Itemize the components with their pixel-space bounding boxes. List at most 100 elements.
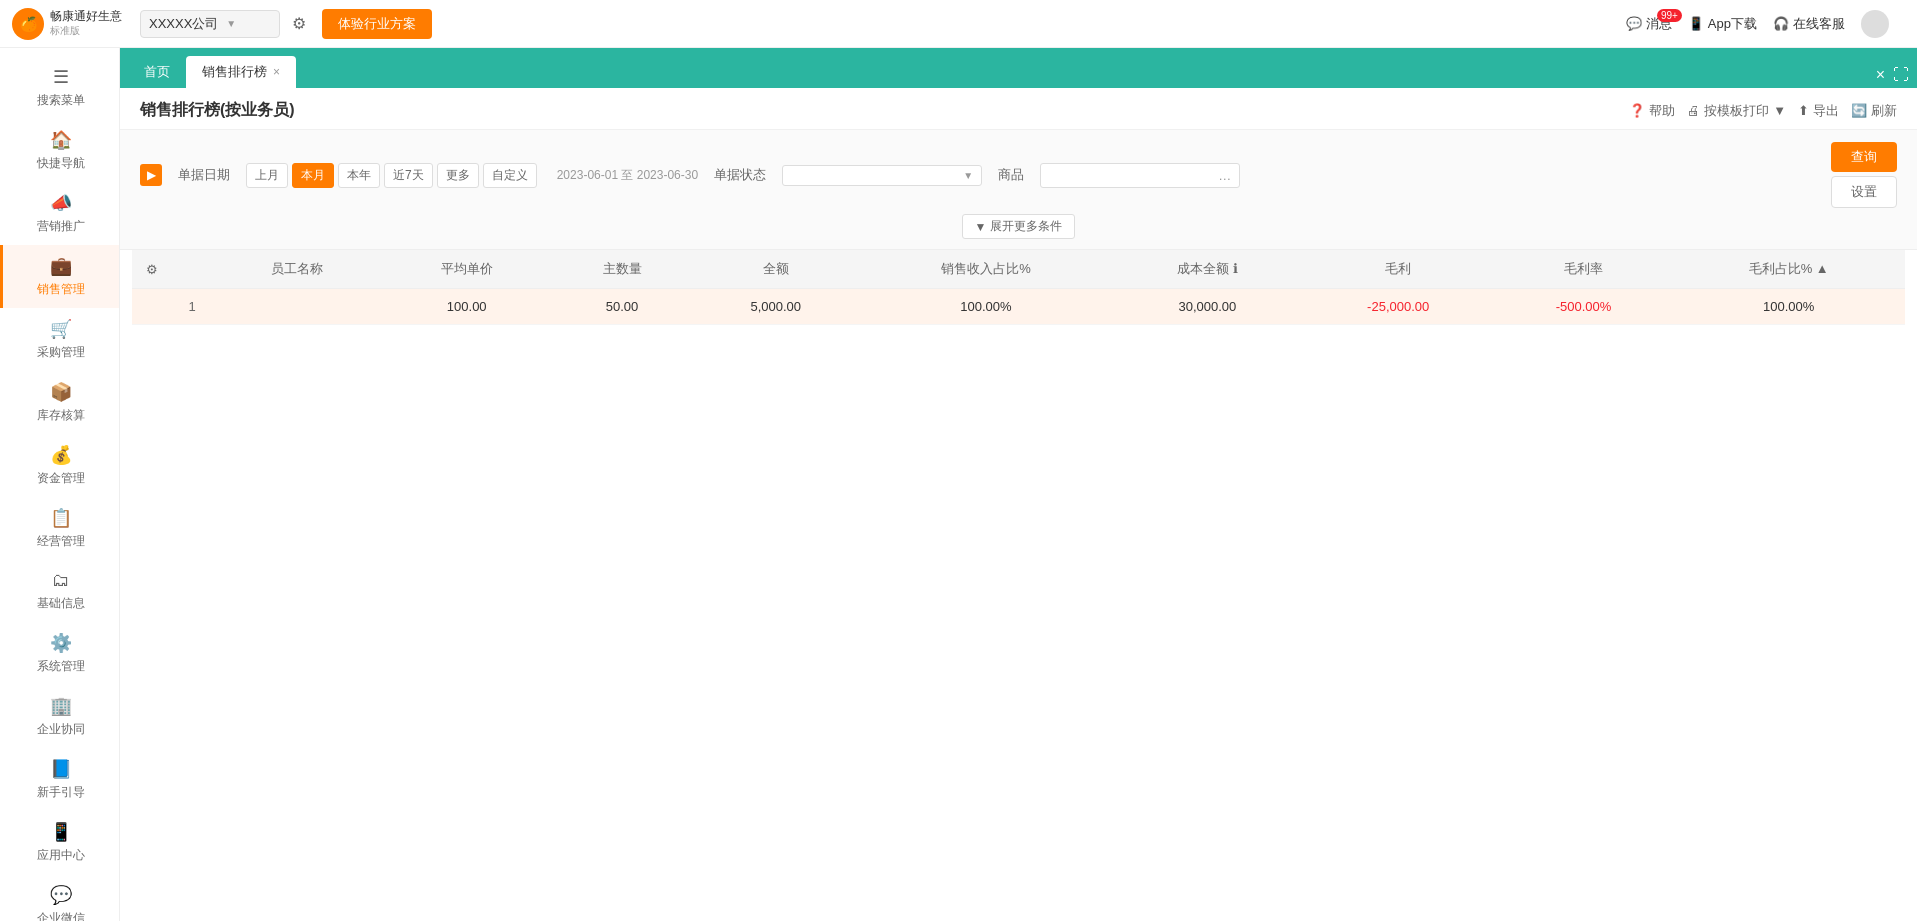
logo: 🍊 畅康通好生意 标准版 [12, 8, 132, 40]
col-rank [172, 250, 212, 289]
sidebar-item-wechat[interactable]: 💬 企业微信 [0, 874, 119, 921]
chevron-down-icon: ▼ [226, 18, 236, 29]
sidebar-label-quick-nav: 快捷导航 [37, 155, 85, 172]
company-settings-icon[interactable]: ⚙ [288, 10, 310, 37]
sidebar-item-quick-nav[interactable]: 🏠 快捷导航 [0, 119, 119, 182]
sidebar-label-marketing: 营销推广 [37, 218, 85, 235]
date-btn-custom[interactable]: 自定义 [483, 163, 537, 188]
expand-label: 展开更多条件 [990, 218, 1062, 235]
marketing-icon: 📣 [50, 192, 72, 214]
search-order-icon: ☰ [53, 66, 69, 88]
sidebar-label-guide: 新手引导 [37, 784, 85, 801]
home-icon: 🏠 [50, 129, 72, 151]
expand-conditions-button[interactable]: ▼ 展开更多条件 [962, 214, 1076, 239]
message-badge: 99+ [1657, 9, 1682, 22]
sidebar-item-guide[interactable]: 📘 新手引导 [0, 748, 119, 811]
filter-row: ▶ 单据日期 上月 本月 本年 近7天 更多 自定义 2023-06-01 至 … [140, 142, 1897, 208]
filter-area: ▶ 单据日期 上月 本月 本年 近7天 更多 自定义 2023-06-01 至 … [120, 130, 1917, 250]
headset-icon: 🎧 [1773, 16, 1789, 31]
content-area: 首页 销售排行榜 × × ⛶ 销售排行榜(按业务员) ❓ 帮助 [120, 48, 1917, 921]
operations-icon: 📋 [50, 507, 72, 529]
col-qty: 主数量 [552, 250, 693, 289]
company-selector[interactable]: XXXXX公司 ▼ [140, 10, 280, 38]
tab-close-icon[interactable]: × [273, 65, 280, 79]
sidebar-item-system[interactable]: ⚙️ 系统管理 [0, 622, 119, 685]
sidebar-label-operations: 经营管理 [37, 533, 85, 550]
help-label: 帮助 [1649, 102, 1675, 120]
query-button[interactable]: 查询 [1831, 142, 1897, 172]
corp-collab-icon: 🏢 [50, 695, 72, 717]
filter-expand-arrow[interactable]: ▶ [140, 164, 162, 186]
date-btn-last-7[interactable]: 近7天 [384, 163, 433, 188]
sidebar-label-basic-info: 基础信息 [37, 595, 85, 612]
col-settings: ⚙ [132, 250, 172, 289]
top-bar: 🍊 畅康通好生意 标准版 XXXXX公司 ▼ ⚙ 体验行业方案 💬 消息 99+… [0, 0, 1917, 48]
col-name: 员工名称 [212, 250, 382, 289]
sidebar-label-system: 系统管理 [37, 658, 85, 675]
print-button[interactable]: 🖨 按模板打印 ▼ [1687, 102, 1786, 120]
sidebar-item-purchase[interactable]: 🛒 采购管理 [0, 308, 119, 371]
date-range-text: 2023-06-01 至 2023-06-30 [557, 167, 698, 184]
export-button[interactable]: ⬆ 导出 [1798, 102, 1839, 120]
sidebar-label-wechat: 企业微信 [37, 910, 85, 921]
status-filter-label: 单据状态 [714, 166, 766, 184]
sidebar-item-inventory[interactable]: 📦 库存核算 [0, 371, 119, 434]
cell-cost: 30,000.00 [1113, 289, 1302, 325]
avatar[interactable] [1861, 10, 1889, 38]
cell-settings [132, 289, 172, 325]
status-select[interactable]: ▼ [782, 165, 982, 186]
online-service-label: 在线客服 [1793, 15, 1845, 33]
sidebar-label-inventory: 库存核算 [37, 407, 85, 424]
sidebar-item-app-center[interactable]: 📱 应用中心 [0, 811, 119, 874]
cell-rank: 1 [172, 289, 212, 325]
expand-down-icon: ▼ [975, 220, 987, 234]
company-name: XXXXX公司 [149, 15, 218, 33]
sidebar-item-finance[interactable]: 💰 资金管理 [0, 434, 119, 497]
export-icon: ⬆ [1798, 103, 1809, 118]
print-dropdown-icon: ▼ [1773, 103, 1786, 118]
refresh-button[interactable]: 🔄 刷新 [1851, 102, 1897, 120]
date-btn-last-month[interactable]: 上月 [246, 163, 288, 188]
table-wrapper: ⚙ 员工名称 平均单价 主数量 全额 销售收入占比% 成本全额 ℹ 毛利 毛利率… [120, 250, 1917, 921]
tab-close-all-icon[interactable]: × [1876, 66, 1885, 84]
date-btn-this-month[interactable]: 本月 [292, 163, 334, 188]
settings-button[interactable]: 设置 [1831, 176, 1897, 208]
page-header: 销售排行榜(按业务员) ❓ 帮助 🖨 按模板打印 ▼ ⬆ 导出 [120, 88, 1917, 130]
print-label: 按模板打印 [1704, 102, 1769, 120]
sidebar-item-sales[interactable]: 💼 销售管理 [0, 245, 119, 308]
help-button[interactable]: ❓ 帮助 [1629, 102, 1675, 120]
online-service-button[interactable]: 🎧 在线客服 [1773, 15, 1845, 33]
sidebar-label-sales: 销售管理 [37, 281, 85, 298]
tab-home[interactable]: 首页 [128, 56, 186, 88]
download-icon: 📱 [1688, 16, 1704, 31]
tab-sales-ranking[interactable]: 销售排行榜 × [186, 56, 296, 88]
message-button[interactable]: 💬 消息 99+ [1626, 15, 1672, 33]
guide-icon: 📘 [50, 758, 72, 780]
col-avg-price: 平均单价 [382, 250, 552, 289]
table-row: 1 100.00 50.00 5,000.00 100.00% 30,000.0… [132, 289, 1905, 325]
app-download-button[interactable]: 📱 App下载 [1688, 15, 1757, 33]
sidebar-item-operations[interactable]: 📋 经营管理 [0, 497, 119, 560]
cell-qty: 50.00 [552, 289, 693, 325]
col-gross: 毛利 [1302, 250, 1495, 289]
goods-input[interactable]: … [1040, 163, 1240, 188]
sidebar-item-corp-collab[interactable]: 🏢 企业协同 [0, 685, 119, 748]
sidebar-item-search-order[interactable]: ☰ 搜索菜单 [0, 56, 119, 119]
sidebar-item-basic-info[interactable]: 🗂 基础信息 [0, 560, 119, 622]
page-title: 销售排行榜(按业务员) [140, 100, 295, 121]
date-btn-this-year[interactable]: 本年 [338, 163, 380, 188]
cell-gross: -25,000.00 [1302, 289, 1495, 325]
sidebar-label-purchase: 采购管理 [37, 344, 85, 361]
date-btn-more[interactable]: 更多 [437, 163, 479, 188]
try-industry-button[interactable]: 体验行业方案 [322, 9, 432, 39]
table-header-row: ⚙ 员工名称 平均单价 主数量 全额 销售收入占比% 成本全额 ℹ 毛利 毛利率… [132, 250, 1905, 289]
sales-icon: 💼 [50, 255, 72, 277]
sidebar-item-marketing[interactable]: 📣 营销推广 [0, 182, 119, 245]
tab-fullscreen-icon[interactable]: ⛶ [1893, 66, 1909, 84]
sidebar-label-corp-collab: 企业协同 [37, 721, 85, 738]
system-icon: ⚙️ [50, 632, 72, 654]
message-icon: 💬 [1626, 16, 1642, 31]
inventory-icon: 📦 [50, 381, 72, 403]
cell-avg-price: 100.00 [382, 289, 552, 325]
status-select-arrow: ▼ [963, 170, 973, 181]
